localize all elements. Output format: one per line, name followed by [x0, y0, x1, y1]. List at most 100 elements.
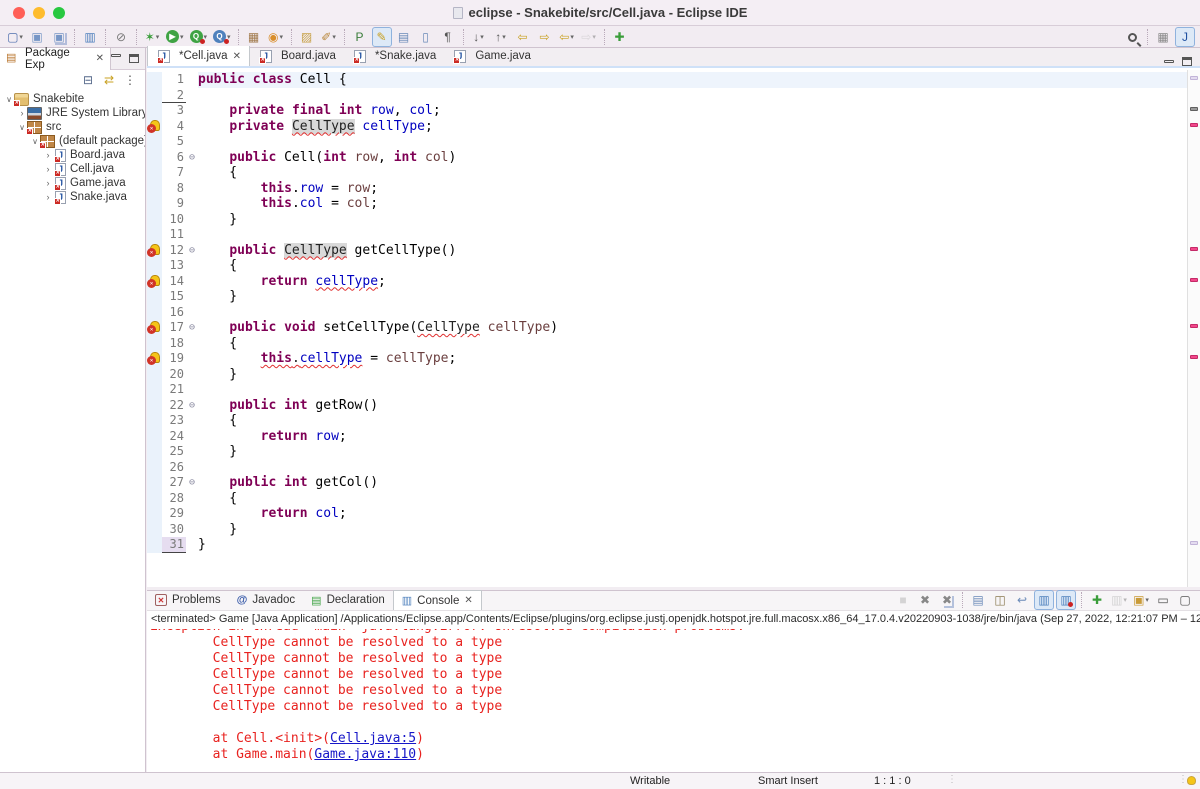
link-with-editor-icon[interactable]: ⇄: [101, 72, 117, 88]
line-number[interactable]: 3: [162, 103, 186, 119]
code-line[interactable]: 29 return col;: [147, 506, 1187, 522]
code-line[interactable]: 14 return cellType;: [147, 273, 1187, 290]
line-number[interactable]: 29: [162, 506, 186, 522]
maximize-icon[interactable]: ▢: [1175, 590, 1195, 610]
code-text[interactable]: return col;: [198, 506, 1187, 522]
code-text[interactable]: [198, 305, 1187, 321]
tree-item-jre-system-library-ja[interactable]: › JRE System Library [Ja: [0, 106, 145, 120]
open-type-icon[interactable]: ▨: [297, 27, 317, 47]
editor-tab-board-java[interactable]: ✕ Board.java: [250, 46, 344, 66]
tree-item-snakebite[interactable]: ∨ ✕ Snakebite: [0, 92, 145, 106]
code-text[interactable]: return cellType;: [198, 274, 1187, 290]
terminate-icon[interactable]: ■: [893, 590, 913, 610]
search-icon[interactable]: [1122, 27, 1142, 47]
line-number[interactable]: 8: [162, 181, 186, 197]
code-text[interactable]: private final int row, col;: [198, 103, 1187, 119]
code-text[interactable]: public Cell(int row, int col): [198, 150, 1187, 166]
line-number[interactable]: 2: [162, 88, 186, 103]
line-number[interactable]: 21: [162, 382, 186, 398]
code-line[interactable]: 10 }: [147, 211, 1187, 227]
line-number[interactable]: 28: [162, 491, 186, 507]
open-console-new-icon[interactable]: ▣ ▾: [1131, 590, 1151, 610]
code-text[interactable]: }: [198, 522, 1187, 538]
open-console-view-icon[interactable]: ▥: [80, 27, 100, 47]
previous-annotation-icon-dropdown-arrow[interactable]: ▾: [502, 33, 506, 41]
open-perspective-icon[interactable]: ▦: [1153, 27, 1173, 47]
debug-icon[interactable]: ✶ ▾: [142, 27, 162, 47]
line-number[interactable]: 26: [162, 460, 186, 476]
chevron-right-icon[interactable]: ›: [43, 178, 53, 188]
fold-collapse-icon[interactable]: ⊖: [186, 152, 198, 163]
error-lightbulb-icon[interactable]: [147, 352, 160, 365]
show-stdout-icon[interactable]: ▥: [1034, 590, 1054, 610]
code-text[interactable]: this.col = col;: [198, 196, 1187, 212]
close-tab-icon[interactable]: ✕: [233, 51, 241, 62]
chevron-right-icon[interactable]: ›: [43, 150, 53, 160]
show-stderr-icon[interactable]: ▥: [1056, 590, 1076, 610]
code-line[interactable]: 31}: [147, 537, 1187, 553]
code-line[interactable]: 25 }: [147, 444, 1187, 460]
line-number[interactable]: 1: [162, 72, 186, 88]
line-number[interactable]: 18: [162, 336, 186, 352]
code-line[interactable]: 24 return row;: [147, 428, 1187, 445]
forward-icon[interactable]: ⇨ ▾: [579, 27, 599, 47]
remove-all-launches-icon[interactable]: ✖: [937, 590, 957, 610]
code-text[interactable]: [198, 460, 1187, 476]
code-text[interactable]: }: [198, 444, 1187, 460]
next-edit-location-icon[interactable]: ⇨: [535, 27, 555, 47]
line-number[interactable]: 27: [162, 475, 186, 491]
code-text[interactable]: this.cellType = cellType;: [198, 351, 1187, 367]
package-explorer-tab[interactable]: Package Exp ✕: [0, 47, 111, 71]
tree-item-src[interactable]: ∨ ✕ src: [0, 120, 145, 134]
line-number[interactable]: 24: [162, 429, 186, 445]
range-marker[interactable]: [1190, 107, 1198, 111]
error-marker[interactable]: [1190, 324, 1198, 328]
pin-editor-icon[interactable]: ✚: [610, 27, 630, 47]
tree-item-snake-java[interactable]: ›✕ Snake.java: [0, 190, 145, 204]
line-number[interactable]: 13: [162, 258, 186, 274]
code-text[interactable]: return row;: [198, 429, 1187, 445]
code-line[interactable]: 1 public class Cell {: [147, 72, 1187, 88]
tab-javadoc[interactable]: @ Javadoc: [229, 590, 304, 610]
new-java-class-icon-dropdown-arrow[interactable]: ▾: [280, 33, 284, 41]
code-line[interactable]: 28 {: [147, 490, 1187, 507]
editor-tab-cell-java[interactable]: ✕ *Cell.java ✕: [147, 46, 250, 66]
collapse-all-icon[interactable]: ⊟: [80, 72, 96, 88]
tree-item-game-java[interactable]: ›✕ Game.java: [0, 176, 145, 190]
error-marker[interactable]: [1190, 278, 1198, 282]
line-number[interactable]: 14: [162, 274, 186, 290]
code-line[interactable]: 30 }: [147, 521, 1187, 538]
new-wizard-icon-dropdown-arrow[interactable]: ▾: [19, 33, 23, 41]
code-line[interactable]: 27 ⊖ public int getCol(): [147, 475, 1187, 491]
code-text[interactable]: private CellType cellType;: [198, 118, 1187, 135]
maximize-view-button[interactable]: [129, 54, 139, 63]
tab-declaration[interactable]: ▤ Declaration: [303, 590, 393, 610]
lightbulb-icon[interactable]: [1187, 776, 1196, 785]
line-number[interactable]: 4: [162, 119, 186, 135]
error-lightbulb-icon[interactable]: [147, 119, 160, 133]
word-wrap-icon[interactable]: ↩: [1012, 590, 1032, 610]
show-selected-element-icon[interactable]: ▯: [416, 27, 436, 47]
tab-console[interactable]: ▥ Console ✕: [392, 590, 482, 610]
coverage-icon[interactable]: Q ▾: [188, 27, 210, 47]
error-marker[interactable]: [1190, 123, 1198, 127]
tree-item-default-package[interactable]: ∨ ✕ (default package): [0, 134, 145, 148]
line-number[interactable]: 9: [162, 196, 186, 212]
remove-launch-icon[interactable]: ✖: [915, 590, 935, 610]
code-line[interactable]: 12⊖ public CellType getCellType(): [147, 242, 1187, 258]
display-console-icon-dropdown-arrow[interactable]: ▾: [1123, 596, 1127, 604]
java-perspective-icon[interactable]: J: [1175, 27, 1195, 47]
minimize-view-button[interactable]: [111, 54, 121, 57]
code-line[interactable]: 13 {: [147, 258, 1187, 274]
code-text[interactable]: [198, 134, 1187, 150]
pin-console-icon[interactable]: ✚: [1087, 590, 1107, 610]
skip-breakpoints-icon[interactable]: ⊘: [111, 27, 131, 47]
code-text[interactable]: [198, 382, 1187, 398]
code-text[interactable]: }: [198, 537, 1187, 553]
line-number[interactable]: 16: [162, 305, 186, 321]
code-text[interactable]: public int getCol(): [198, 475, 1187, 491]
code-line[interactable]: 4 private CellType cellType;: [147, 118, 1187, 135]
minimize-editor-button[interactable]: [1164, 60, 1174, 63]
previous-annotation-icon[interactable]: ↑ ▾: [491, 27, 511, 47]
show-whitespace-icon[interactable]: ¶: [438, 27, 458, 47]
